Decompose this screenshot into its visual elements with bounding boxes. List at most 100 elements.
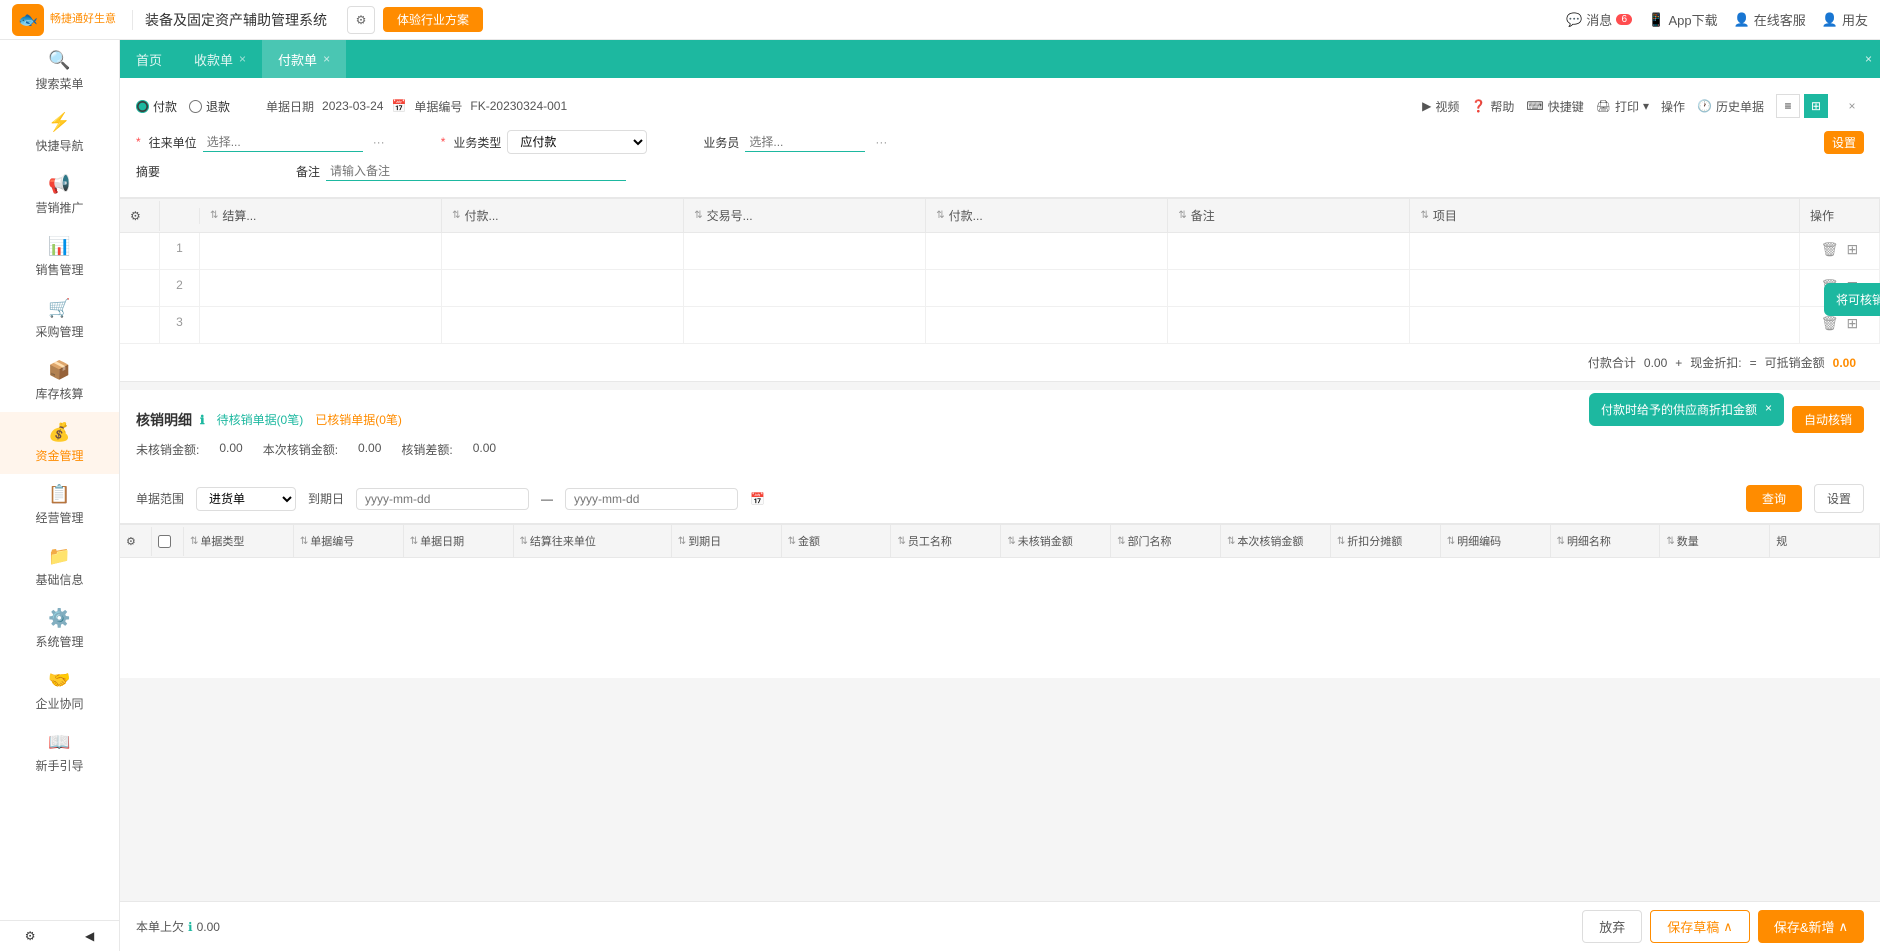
row-2-transaction[interactable] (684, 270, 926, 306)
payment-radio[interactable] (136, 100, 149, 113)
sidebar-item-operations[interactable]: 📋 经营管理 (0, 474, 119, 536)
config-button[interactable]: 设置 (1814, 484, 1864, 513)
calendar-icon-filter[interactable]: 📅 (750, 492, 765, 506)
help-button[interactable]: ❓ 帮助 (1471, 98, 1514, 115)
operate-button[interactable]: 操作 (1661, 98, 1685, 115)
view-grid-button[interactable]: ⊞ (1804, 94, 1828, 118)
online-service-button[interactable]: 👤 在线客服 (1734, 10, 1806, 29)
calendar-icon[interactable]: 📅 (391, 99, 406, 113)
staff-input[interactable] (745, 133, 865, 152)
row-3-delete-icon[interactable]: 🗑 (1821, 315, 1839, 332)
settings-button[interactable]: 设置 (1824, 131, 1864, 154)
row-3-transaction[interactable] (684, 307, 926, 343)
payment-radio-label[interactable]: 付款 (136, 98, 177, 115)
sidebar-settings-icon[interactable]: ⚙ (25, 929, 36, 943)
t2-unreconciled-col[interactable]: ⇅ 未核销金额 (1001, 525, 1111, 557)
business-type-select[interactable]: 应付款 (507, 130, 647, 154)
t2-spec-col[interactable]: 规 (1770, 525, 1880, 557)
table-col-payment2[interactable]: ⇅ 付款... (926, 199, 1168, 232)
from-unit-input[interactable] (203, 133, 363, 152)
t2-settle-unit-col[interactable]: ⇅ 结算往来单位 (514, 525, 672, 557)
settings-gear-button[interactable]: ⚙ (347, 6, 375, 34)
row-1-delete-icon[interactable]: 🗑 (1821, 241, 1839, 258)
sidebar-item-tutorial[interactable]: 📖 新手引导 (0, 722, 119, 784)
row-1-settlement[interactable] (200, 233, 442, 269)
t2-qty-col[interactable]: ⇅ 数量 (1660, 525, 1770, 557)
sidebar-item-finance[interactable]: 💰 资金管理 (0, 412, 119, 474)
tooltip-2-close[interactable]: × (1765, 401, 1772, 415)
sidebar-item-enterprise[interactable]: 🤝 企业协同 (0, 660, 119, 722)
tab-receipt-close[interactable]: × (239, 52, 246, 66)
row-1-copy-icon[interactable]: ⊞ (1846, 241, 1858, 258)
sidebar-collapse-icon[interactable]: ◀ (85, 929, 94, 943)
row-3-payment[interactable] (442, 307, 684, 343)
sidebar-item-marketing[interactable]: 📢 营销推广 (0, 164, 119, 226)
row-1-transaction[interactable] (684, 233, 926, 269)
row-1-project[interactable] (1410, 233, 1800, 269)
auto-reconcile-button[interactable]: 自动核销 (1792, 406, 1864, 433)
t2-detail-code-col[interactable]: ⇅ 明细编码 (1441, 525, 1551, 557)
query-button[interactable]: 查询 (1746, 485, 1802, 512)
t2-doc-date-col[interactable]: ⇅ 单据日期 (404, 525, 514, 557)
t2-check-col[interactable] (152, 527, 184, 556)
row-2-project[interactable] (1410, 270, 1800, 306)
table-col-project[interactable]: ⇅ 项目 (1410, 199, 1800, 232)
t2-staff-col[interactable]: ⇅ 员工名称 (891, 525, 1001, 557)
range-select[interactable]: 进货单 (196, 487, 296, 511)
from-unit-expand[interactable]: ··· (373, 135, 385, 149)
t2-detail-name-col[interactable]: ⇅ 明细名称 (1551, 525, 1661, 557)
table-col-settlement[interactable]: ⇅ 结算... (200, 199, 442, 232)
sidebar-item-base-info[interactable]: 📁 基础信息 (0, 536, 119, 598)
save-draft-button[interactable]: 保存草稿 ∧ (1650, 910, 1750, 943)
staff-expand[interactable]: ··· (875, 135, 887, 149)
bottom-info-icon[interactable]: ℹ (188, 920, 193, 934)
video-button[interactable]: ▶ 视频 (1422, 98, 1459, 115)
refund-radio[interactable] (189, 100, 202, 113)
tab-close-all[interactable]: × (1865, 52, 1880, 66)
view-list-button[interactable]: ≡ (1776, 94, 1800, 118)
row-3-settlement[interactable] (200, 307, 442, 343)
date-from-input[interactable] (356, 488, 529, 510)
refund-radio-label[interactable]: 退款 (189, 98, 230, 115)
abandon-button[interactable]: 放弃 (1582, 910, 1642, 943)
table-col-setting[interactable]: ⚙ (120, 201, 160, 231)
t2-doc-no-col[interactable]: ⇅ 单据编号 (294, 525, 404, 557)
form-close-button[interactable]: × (1840, 94, 1864, 118)
row-2-remark[interactable] (1168, 270, 1410, 306)
done-tab[interactable]: 已核销单据(0笔) (315, 411, 402, 428)
save-draft-dropdown-icon[interactable]: ∧ (1723, 919, 1733, 935)
t2-setting-col[interactable]: ⚙ (120, 527, 152, 556)
message-button[interactable]: 💬 消息 6 (1566, 10, 1632, 29)
row-1-payment2[interactable] (926, 233, 1168, 269)
row-2-payment[interactable] (442, 270, 684, 306)
t2-doc-type-col[interactable]: ⇅ 单据类型 (184, 525, 294, 557)
t2-dept-col[interactable]: ⇅ 部门名称 (1111, 525, 1221, 557)
reconcile-info-icon[interactable]: ℹ (200, 413, 205, 427)
row-1-remark[interactable] (1168, 233, 1410, 269)
sidebar-item-search[interactable]: 🔍 搜索菜单 (0, 40, 119, 102)
print-button[interactable]: 🖨 打印 ▾ (1596, 98, 1649, 115)
tab-home[interactable]: 首页 (120, 40, 178, 78)
sidebar-item-system[interactable]: ⚙️ 系统管理 (0, 598, 119, 660)
t2-due-date-col[interactable]: ⇅ 到期日 (672, 525, 782, 557)
t2-this-reconcile-col[interactable]: ⇅ 本次核销金额 (1221, 525, 1331, 557)
pending-tab[interactable]: 待核销单据(0笔) (217, 411, 304, 428)
row-2-settlement[interactable] (200, 270, 442, 306)
row-2-payment2[interactable] (926, 270, 1168, 306)
save-new-button[interactable]: 保存&新增 ∧ (1758, 910, 1864, 943)
remark-input[interactable] (326, 162, 626, 181)
t2-select-all-checkbox[interactable] (158, 535, 171, 548)
t2-amount-col[interactable]: ⇅ 金额 (782, 525, 892, 557)
sidebar-item-quick-nav[interactable]: ⚡ 快捷导航 (0, 102, 119, 164)
tab-payment[interactable]: 付款单 × (262, 40, 346, 78)
t2-discount-col[interactable]: ⇅ 折扣分摊额 (1331, 525, 1441, 557)
shortcut-button[interactable]: ⌨ 快捷键 (1526, 98, 1583, 115)
sidebar-item-purchase[interactable]: 🛒 采购管理 (0, 288, 119, 350)
table-col-remark[interactable]: ⇅ 备注 (1168, 199, 1410, 232)
row-3-remark[interactable] (1168, 307, 1410, 343)
tab-receipt[interactable]: 收款单 × (178, 40, 262, 78)
sidebar-item-inventory[interactable]: 📦 库存核算 (0, 350, 119, 412)
app-download-button[interactable]: 📱 App下载 (1648, 10, 1717, 29)
sidebar-item-sales[interactable]: 📊 销售管理 (0, 226, 119, 288)
date-to-input[interactable] (565, 488, 738, 510)
